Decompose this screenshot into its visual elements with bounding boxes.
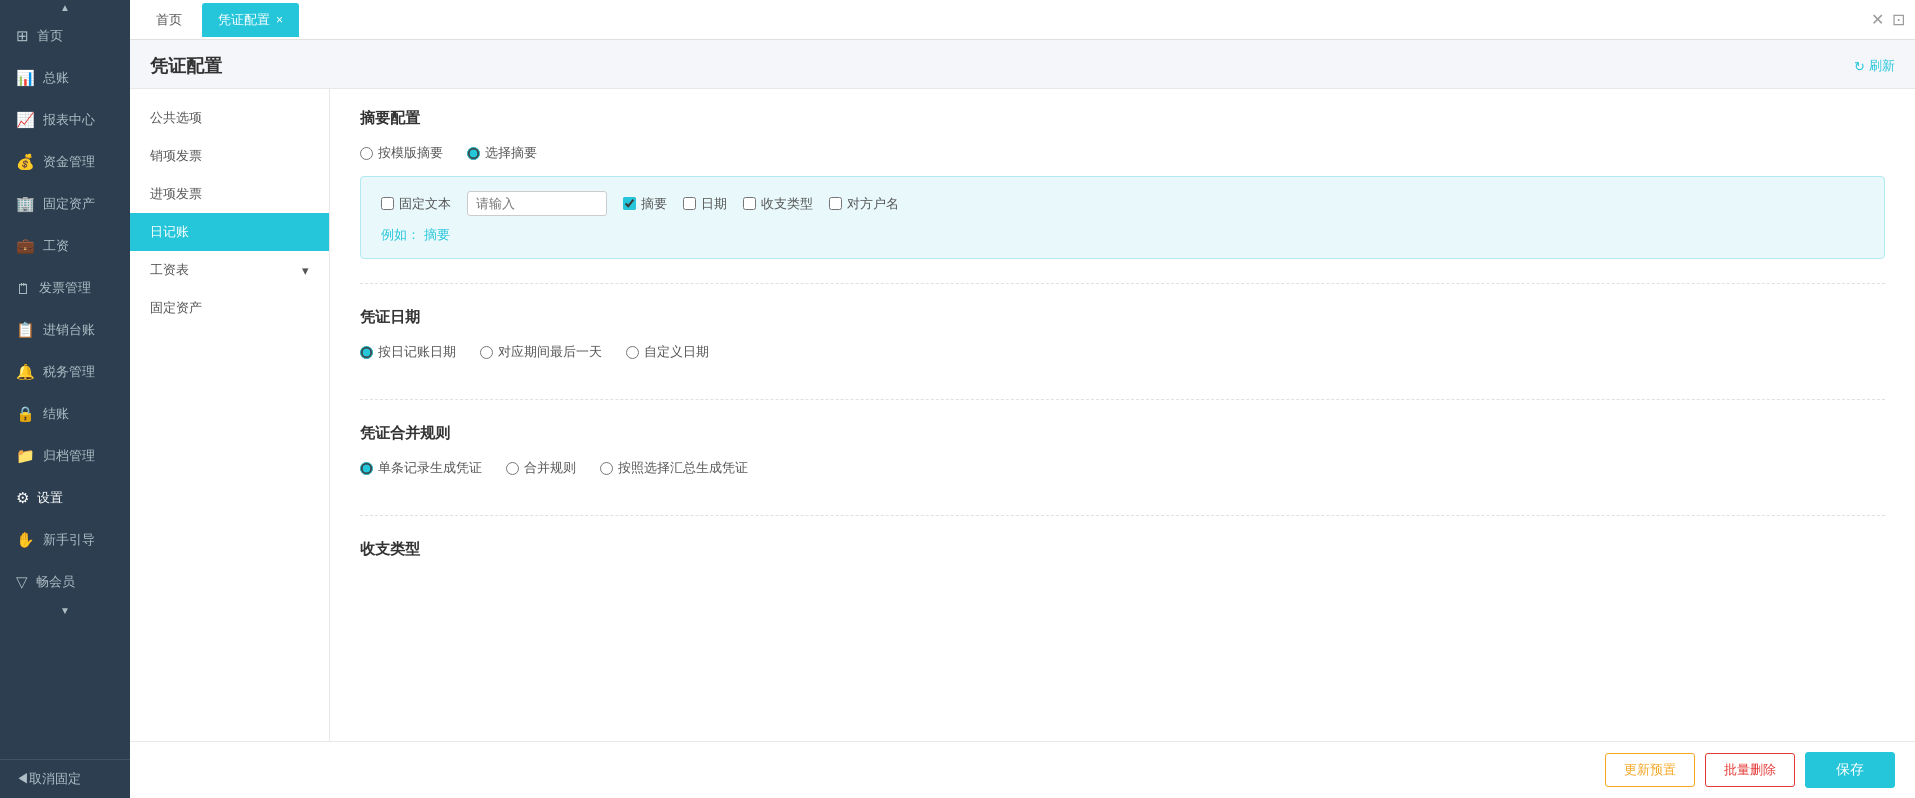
- tab-voucher-config[interactable]: 凭证配置 ×: [202, 3, 299, 37]
- radio-select-total-label[interactable]: 按照选择汇总生成凭证: [600, 459, 748, 477]
- invoice-mgmt-icon: 🗒: [16, 280, 31, 297]
- sidebar-item-tax-mgmt[interactable]: 🔔 税务管理: [0, 351, 130, 393]
- sidebar: ▲ ⊞ 首页 📊 总账 📈 报表中心 💰 资金管理 🏢 固定资产 💼 工资 🗒 …: [0, 0, 130, 798]
- settings-icon: ⚙: [16, 489, 29, 507]
- content-area: 公共选项 销项发票 进项发票 日记账 工资表 ▾ 固定资产 摘要配置: [130, 89, 1915, 741]
- radio-custom-date-label[interactable]: 自定义日期: [626, 343, 709, 361]
- sidebar-item-ledger[interactable]: 📊 总账: [0, 57, 130, 99]
- sidebar-unpin-button[interactable]: ◀取消固定: [0, 759, 130, 798]
- window-close-button[interactable]: ✕: [1871, 10, 1884, 29]
- voucher-merge-section: 凭证合并规则 单条记录生成凭证 合并规则 按照选择汇总生成凭证: [360, 424, 1885, 516]
- sidebar-scroll-up[interactable]: ▲: [0, 0, 130, 15]
- radio-select-summary[interactable]: 选择摘要: [467, 144, 537, 162]
- refresh-icon: ↻: [1854, 59, 1865, 74]
- radio-journal-date-label[interactable]: 按日记账日期: [360, 343, 456, 361]
- window-controls: ✕ ⊡: [1871, 10, 1905, 29]
- checkbox-fixed-text-label[interactable]: 固定文本: [381, 195, 451, 213]
- left-nav-purchase-invoice[interactable]: 进项发票: [130, 175, 329, 213]
- radio-single-record-label[interactable]: 单条记录生成凭证: [360, 459, 482, 477]
- income-expense-section: 收支类型: [360, 540, 1885, 599]
- sidebar-item-guide[interactable]: ✋ 新手引导: [0, 519, 130, 561]
- sidebar-item-reports[interactable]: 📈 报表中心: [0, 99, 130, 141]
- radio-select-total[interactable]: [600, 462, 613, 475]
- sidebar-item-payroll[interactable]: 💼 工资: [0, 225, 130, 267]
- left-nav-payroll-table[interactable]: 工资表 ▾: [130, 251, 329, 289]
- left-nav-journal[interactable]: 日记账: [130, 213, 329, 251]
- page-header: 凭证配置 ↻ 刷新: [130, 40, 1915, 89]
- radio-template-summary-input[interactable]: [360, 147, 373, 160]
- checkbox-pay-type-label[interactable]: 收支类型: [743, 195, 813, 213]
- checkbox-counterparty[interactable]: [829, 197, 842, 210]
- batch-delete-button[interactable]: 批量删除: [1705, 753, 1795, 787]
- main-area: 首页 凭证配置 × ✕ ⊡ 凭证配置 ↻ 刷新 公共选项 销项发票 进: [130, 0, 1915, 798]
- left-navigation: 公共选项 销项发票 进项发票 日记账 工资表 ▾ 固定资产: [130, 89, 330, 741]
- reports-icon: 📈: [16, 111, 35, 129]
- payroll-icon: 💼: [16, 237, 35, 255]
- funds-icon: 💰: [16, 153, 35, 171]
- voucher-date-title: 凭证日期: [360, 308, 1885, 327]
- voucher-merge-radio-group: 单条记录生成凭证 合并规则 按照选择汇总生成凭证: [360, 459, 1885, 477]
- tab-close-button[interactable]: ×: [276, 13, 283, 27]
- summary-box-row: 固定文本 摘要 日期 收支类型: [381, 191, 1864, 216]
- guide-icon: ✋: [16, 531, 35, 549]
- checkbox-fixed-text[interactable]: [381, 197, 394, 210]
- sidebar-item-sales-ledger[interactable]: 📋 进销台账: [0, 309, 130, 351]
- home-icon: ⊞: [16, 27, 29, 45]
- closing-icon: 🔒: [16, 405, 35, 423]
- voucher-date-section: 凭证日期 按日记账日期 对应期间最后一天 自定义日期: [360, 308, 1885, 400]
- summary-config-section: 摘要配置 按模版摘要 选择摘要 固定文本: [360, 109, 1885, 284]
- refresh-button[interactable]: ↻ 刷新: [1854, 57, 1895, 75]
- tab-home[interactable]: 首页: [140, 3, 198, 37]
- ledger-icon: 📊: [16, 69, 35, 87]
- sidebar-item-invoice-mgmt[interactable]: 🗒 发票管理: [0, 267, 130, 309]
- sidebar-item-fixed-assets[interactable]: 🏢 固定资产: [0, 183, 130, 225]
- checkbox-date[interactable]: [683, 197, 696, 210]
- sidebar-item-closing[interactable]: 🔒 结账: [0, 393, 130, 435]
- checkbox-pay-type[interactable]: [743, 197, 756, 210]
- sidebar-item-funds[interactable]: 💰 资金管理: [0, 141, 130, 183]
- fixed-text-input[interactable]: [467, 191, 607, 216]
- radio-single-record[interactable]: [360, 462, 373, 475]
- sidebar-item-home[interactable]: ⊞ 首页: [0, 15, 130, 57]
- summary-config-title: 摘要配置: [360, 109, 1885, 128]
- radio-period-last-label[interactable]: 对应期间最后一天: [480, 343, 602, 361]
- tab-bar: 首页 凭证配置 × ✕ ⊡: [130, 0, 1915, 40]
- sales-ledger-icon: 📋: [16, 321, 35, 339]
- left-nav-public[interactable]: 公共选项: [130, 99, 329, 137]
- checkbox-date-label[interactable]: 日期: [683, 195, 727, 213]
- voucher-merge-title: 凭证合并规则: [360, 424, 1885, 443]
- left-nav-sales-invoice[interactable]: 销项发票: [130, 137, 329, 175]
- sidebar-item-settings[interactable]: ⚙ 设置: [0, 477, 130, 519]
- sidebar-scroll-down[interactable]: ▼: [0, 603, 130, 618]
- checkbox-counterparty-label[interactable]: 对方户名: [829, 195, 899, 213]
- checkbox-summary[interactable]: [623, 197, 636, 210]
- summary-radio-group: 按模版摘要 选择摘要: [360, 144, 1885, 162]
- voucher-date-radio-group: 按日记账日期 对应期间最后一天 自定义日期: [360, 343, 1885, 361]
- radio-journal-date[interactable]: [360, 346, 373, 359]
- radio-period-last[interactable]: [480, 346, 493, 359]
- fixed-assets-icon: 🏢: [16, 195, 35, 213]
- left-nav-fixed-assets[interactable]: 固定资产: [130, 289, 329, 327]
- save-button[interactable]: 保存: [1805, 752, 1895, 788]
- page-title: 凭证配置: [150, 54, 222, 78]
- tax-mgmt-icon: 🔔: [16, 363, 35, 381]
- archive-icon: 📁: [16, 447, 35, 465]
- radio-merge-rule-label[interactable]: 合并规则: [506, 459, 576, 477]
- sidebar-item-archive[interactable]: 📁 归档管理: [0, 435, 130, 477]
- sidebar-item-member[interactable]: ▽ 畅会员: [0, 561, 130, 603]
- radio-custom-date[interactable]: [626, 346, 639, 359]
- checkbox-summary-label[interactable]: 摘要: [623, 195, 667, 213]
- chevron-down-icon: ▾: [302, 263, 309, 278]
- income-expense-title: 收支类型: [360, 540, 1885, 559]
- summary-example: 例如： 摘要: [381, 226, 1864, 244]
- window-max-button[interactable]: ⊡: [1892, 10, 1905, 29]
- radio-merge-rule[interactable]: [506, 462, 519, 475]
- radio-template-summary[interactable]: 按模版摘要: [360, 144, 443, 162]
- member-icon: ▽: [16, 573, 28, 591]
- summary-config-box: 固定文本 摘要 日期 收支类型: [360, 176, 1885, 259]
- bottom-action-bar: 更新预置 批量删除 保存: [130, 741, 1915, 798]
- right-panel: 摘要配置 按模版摘要 选择摘要 固定文本: [330, 89, 1915, 741]
- update-preview-button[interactable]: 更新预置: [1605, 753, 1695, 787]
- radio-select-summary-input[interactable]: [467, 147, 480, 160]
